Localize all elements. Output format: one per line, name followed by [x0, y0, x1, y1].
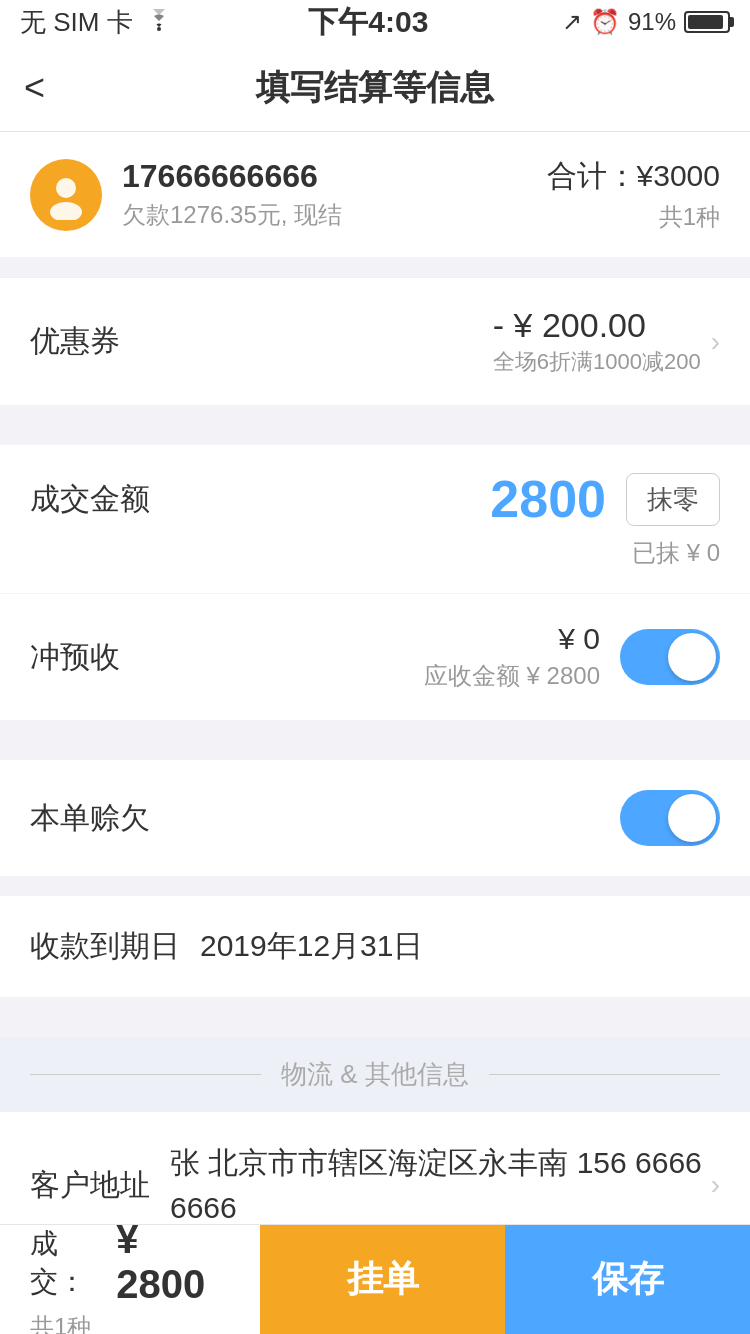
prepay-values: ¥ 0 应收金额 ¥ 2800	[424, 622, 600, 692]
header-line-right	[489, 1074, 720, 1075]
customer-phone: 17666666666	[122, 158, 342, 195]
content: 17666666666 欠款1276.35元, 现结 合计：¥3000 共1种 …	[0, 132, 750, 1334]
footer-info: 成交： ¥ 2800 共1种	[0, 1217, 260, 1335]
amount-value-group: 2800 抹零	[490, 469, 720, 529]
prepay-sub: 应收金额 ¥ 2800	[424, 660, 600, 692]
nav-bar: < 填写结算等信息	[0, 44, 750, 132]
alarm-icon: ⏰	[590, 8, 620, 36]
debt-row: 本单赊欠	[0, 760, 750, 876]
address-label: 客户地址	[30, 1165, 150, 1206]
debt-label: 本单赊欠	[30, 798, 150, 839]
customer-sub: 欠款1276.35元, 现结	[122, 199, 342, 231]
location-icon: ↗	[562, 8, 582, 36]
amount-row: 成交金额 2800 抹零	[30, 469, 720, 529]
duedate-label: 收款到期日	[30, 926, 180, 967]
coupon-row[interactable]: 优惠券 - ¥ 200.00 全场6折满1000减200 ›	[0, 277, 750, 405]
svg-point-1	[56, 178, 76, 198]
divider-2	[0, 740, 750, 760]
prepay-toggle[interactable]	[620, 629, 720, 685]
duedate-value: 2019年12月31日	[200, 926, 423, 967]
amount-sub: 已抹 ¥ 0	[30, 537, 720, 569]
header-line-left	[30, 1074, 261, 1075]
status-bar: 无 SIM 卡 下午4:03 ↗ ⏰ 91%	[0, 0, 750, 44]
divider-1	[0, 425, 750, 445]
footer: 成交： ¥ 2800 共1种 挂单 保存	[0, 1224, 750, 1334]
coupon-info: - ¥ 200.00 全场6折满1000减200	[493, 306, 701, 377]
divider-3	[0, 1017, 750, 1037]
status-right: ↗ ⏰ 91%	[562, 8, 730, 36]
svg-point-0	[157, 27, 161, 31]
svg-point-2	[50, 202, 82, 220]
footer-transaction: 成交： ¥ 2800	[30, 1217, 230, 1307]
page-title: 填写结算等信息	[256, 65, 494, 111]
customer-info: 17666666666 欠款1276.35元, 现结	[122, 158, 342, 231]
logistics-header-text: 物流 & 其他信息	[281, 1057, 469, 1092]
save-button[interactable]: 保存	[505, 1225, 750, 1334]
footer-amount: ¥ 2800	[116, 1217, 230, 1307]
footer-count: 共1种	[30, 1311, 230, 1335]
prepay-amount: ¥ 0	[424, 622, 600, 656]
total-count: 共1种	[547, 201, 720, 233]
prepay-label: 冲预收	[30, 637, 120, 678]
amount-section: 成交金额 2800 抹零 已抹 ¥ 0	[0, 445, 750, 593]
prepay-right: ¥ 0 应收金额 ¥ 2800	[424, 622, 720, 692]
amount-value: 2800	[490, 469, 606, 529]
prepay-row: 冲预收 ¥ 0 应收金额 ¥ 2800	[0, 593, 750, 720]
battery-percent: 91%	[628, 8, 676, 36]
customer-right: 合计：¥3000 共1种	[547, 156, 720, 233]
hold-button[interactable]: 挂单	[260, 1225, 505, 1334]
back-button[interactable]: <	[24, 67, 45, 109]
chevron-right-icon: ›	[711, 326, 720, 358]
debt-toggle[interactable]	[620, 790, 720, 846]
status-left: 无 SIM 卡	[20, 5, 175, 40]
customer-left: 17666666666 欠款1276.35元, 现结	[30, 158, 342, 231]
battery-icon	[684, 11, 730, 33]
duedate-row: 收款到期日 2019年12月31日	[0, 896, 750, 997]
footer-transaction-label: 成交：	[30, 1225, 108, 1301]
wifi-icon	[143, 7, 175, 38]
logistics-header: 物流 & 其他信息	[0, 1037, 750, 1112]
round-button[interactable]: 抹零	[626, 473, 720, 526]
time-label: 下午4:03	[308, 2, 428, 43]
coupon-label: 优惠券	[30, 321, 120, 362]
coupon-right: - ¥ 200.00 全场6折满1000减200 ›	[493, 306, 720, 377]
total-amount: 合计：¥3000	[547, 156, 720, 197]
avatar	[30, 159, 102, 231]
coupon-discount: - ¥ 200.00	[493, 306, 701, 345]
carrier-label: 无 SIM 卡	[20, 5, 133, 40]
coupon-desc: 全场6折满1000减200	[493, 347, 701, 377]
amount-label: 成交金额	[30, 479, 150, 520]
customer-section: 17666666666 欠款1276.35元, 现结 合计：¥3000 共1种	[0, 132, 750, 257]
address-chevron-icon: ›	[711, 1169, 720, 1201]
